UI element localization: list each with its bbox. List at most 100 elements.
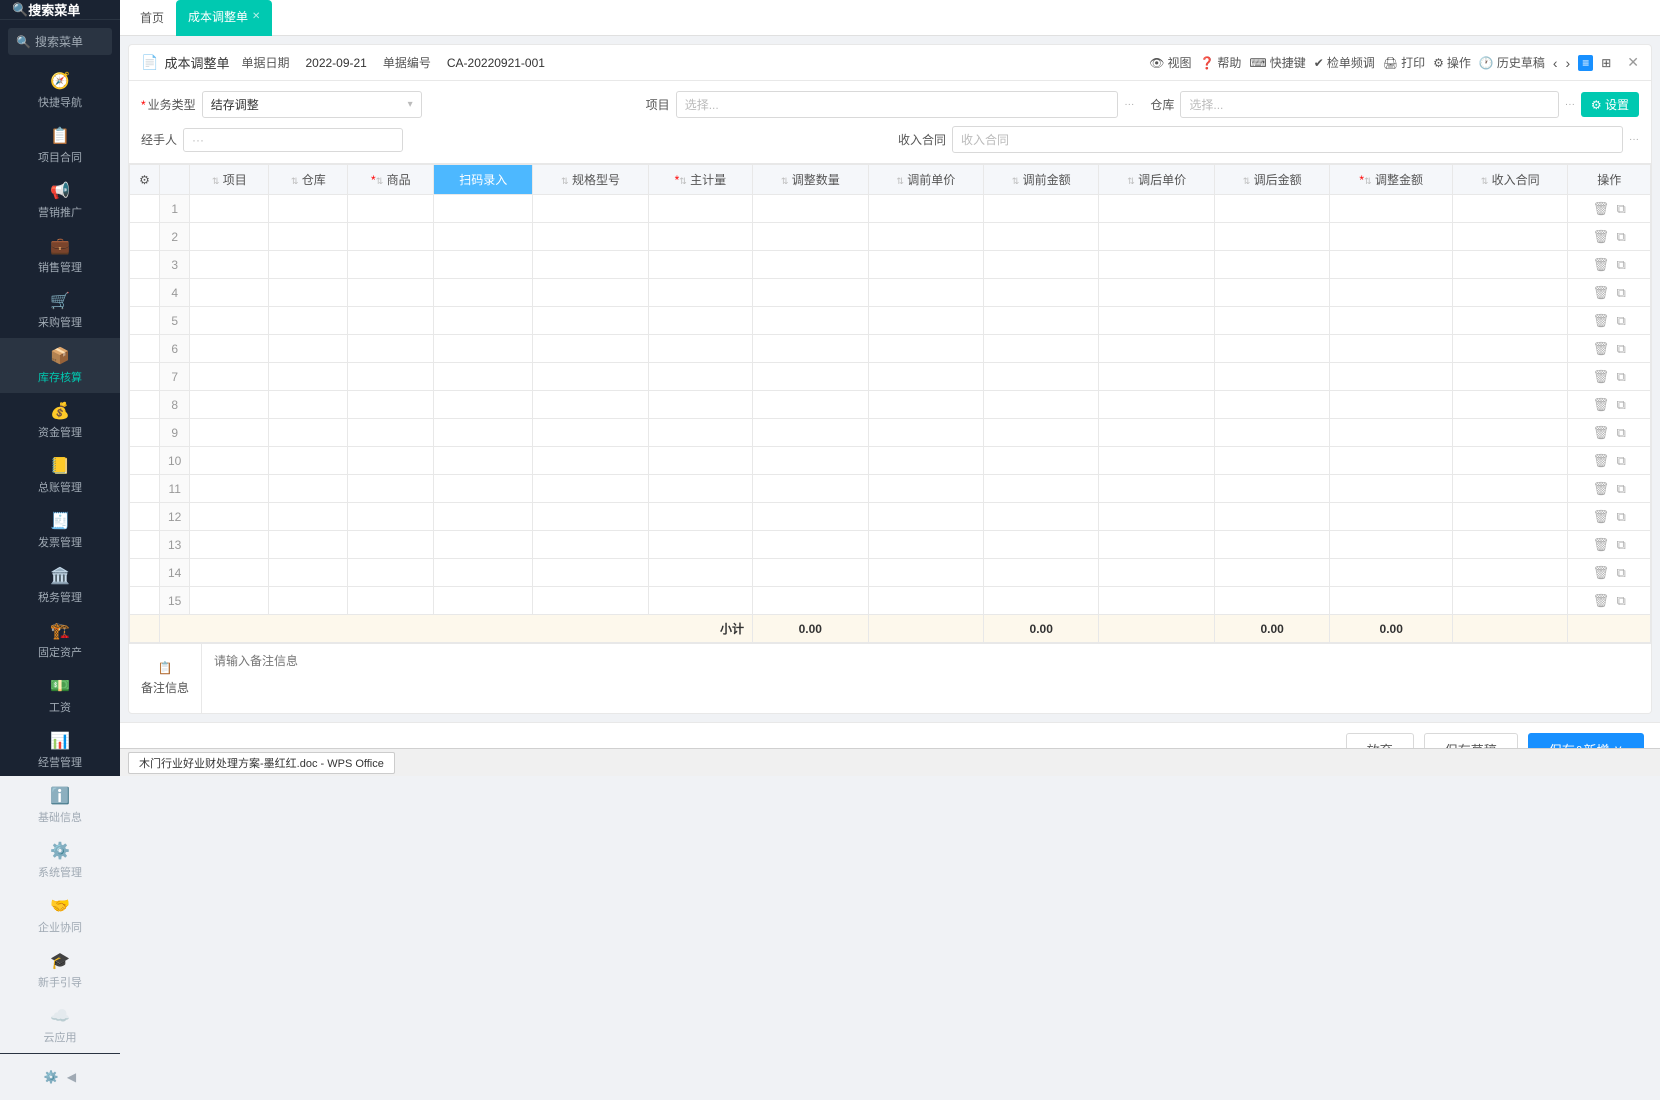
row-delete-icon[interactable]: 🗑 — [1591, 507, 1612, 526]
row-spec-cell[interactable] — [533, 279, 648, 307]
row-project-cell[interactable] — [190, 531, 269, 559]
row-warehouse-cell[interactable] — [269, 559, 348, 587]
row-adjust-qty-cell[interactable] — [753, 391, 868, 419]
search-button[interactable]: 🔍 搜索菜单 — [8, 28, 112, 55]
sidebar-item-cloud-apps[interactable]: ☁️云应用 — [0, 998, 120, 1053]
row-post-price-cell[interactable] — [1099, 307, 1214, 335]
row-warehouse-cell[interactable] — [269, 503, 348, 531]
row-pre-amount-cell[interactable] — [984, 559, 1099, 587]
row-spec-cell[interactable] — [533, 223, 648, 251]
th-settings[interactable]: ⚙ — [130, 165, 160, 195]
remarks-input[interactable] — [202, 644, 1651, 713]
row-post-amount-cell[interactable] — [1214, 531, 1329, 559]
th-product[interactable]: *⇅ 商品 — [348, 165, 434, 195]
row-income-contract-cell[interactable] — [1452, 251, 1567, 279]
row-unit-cell[interactable] — [648, 531, 752, 559]
row-copy-icon[interactable]: ⧉ — [1615, 507, 1628, 526]
row-pre-price-cell[interactable] — [868, 419, 983, 447]
row-warehouse-cell[interactable] — [269, 223, 348, 251]
th-pre-price[interactable]: ⇅ 调前单价 — [868, 165, 983, 195]
row-unit-cell[interactable] — [648, 475, 752, 503]
row-pre-price-cell[interactable] — [868, 391, 983, 419]
row-delete-icon[interactable]: 🗑 — [1591, 283, 1612, 302]
row-income-contract-cell[interactable] — [1452, 503, 1567, 531]
row-delete-icon[interactable]: 🗑 — [1591, 563, 1612, 582]
row-post-price-cell[interactable] — [1099, 335, 1214, 363]
row-delete-icon[interactable]: 🗑 — [1591, 255, 1612, 274]
row-project-cell[interactable] — [190, 279, 269, 307]
row-post-price-cell[interactable] — [1099, 587, 1214, 615]
row-warehouse-cell[interactable] — [269, 447, 348, 475]
row-checkbox-cell[interactable] — [130, 307, 160, 335]
th-adjust-qty[interactable]: ⇅ 调整数量 — [753, 165, 868, 195]
tab-cost-adjust[interactable]: 成本调整单 ✕ — [176, 0, 272, 36]
row-post-price-cell[interactable] — [1099, 559, 1214, 587]
row-copy-icon[interactable]: ⧉ — [1615, 339, 1628, 358]
row-post-price-cell[interactable] — [1099, 251, 1214, 279]
row-post-amount-cell[interactable] — [1214, 475, 1329, 503]
row-pre-price-cell[interactable] — [868, 251, 983, 279]
row-scan-cell[interactable] — [434, 363, 533, 391]
row-checkbox-cell[interactable] — [130, 447, 160, 475]
sidebar-item-sales-mgmt[interactable]: 💼销售管理 — [0, 228, 120, 283]
row-income-contract-cell[interactable] — [1452, 279, 1567, 307]
row-income-contract-cell[interactable] — [1452, 335, 1567, 363]
row-checkbox-cell[interactable] — [130, 279, 160, 307]
row-spec-cell[interactable] — [533, 447, 648, 475]
row-pre-amount-cell[interactable] — [984, 391, 1099, 419]
row-post-price-cell[interactable] — [1099, 447, 1214, 475]
th-income-contract[interactable]: ⇅ 收入合同 — [1452, 165, 1567, 195]
sidebar-item-fixed-assets[interactable]: 🏗️固定资产 — [0, 613, 120, 668]
row-delete-icon[interactable]: 🗑 — [1591, 479, 1612, 498]
row-pre-price-cell[interactable] — [868, 475, 983, 503]
row-product-cell[interactable] — [348, 251, 434, 279]
row-copy-icon[interactable]: ⧉ — [1615, 563, 1628, 582]
row-checkbox-cell[interactable] — [130, 251, 160, 279]
row-post-amount-cell[interactable] — [1214, 447, 1329, 475]
row-pre-amount-cell[interactable] — [984, 587, 1099, 615]
row-adjust-qty-cell[interactable] — [753, 195, 868, 223]
row-warehouse-cell[interactable] — [269, 335, 348, 363]
row-adjust-amount-cell[interactable] — [1330, 223, 1453, 251]
row-adjust-qty-cell[interactable] — [753, 447, 868, 475]
th-adjust-amount[interactable]: *⇅ 调整金额 — [1330, 165, 1453, 195]
row-project-cell[interactable] — [190, 195, 269, 223]
row-warehouse-cell[interactable] — [269, 279, 348, 307]
row-post-price-cell[interactable] — [1099, 195, 1214, 223]
sidebar-item-tax[interactable]: 🏛️税务管理 — [0, 558, 120, 613]
row-post-price-cell[interactable] — [1099, 279, 1214, 307]
row-copy-icon[interactable]: ⧉ — [1615, 423, 1628, 442]
row-project-cell[interactable] — [190, 307, 269, 335]
row-pre-amount-cell[interactable] — [984, 195, 1099, 223]
th-unit[interactable]: *⇅ 主计量 — [648, 165, 752, 195]
row-pre-price-cell[interactable] — [868, 195, 983, 223]
row-delete-icon[interactable]: 🗑 — [1591, 395, 1612, 414]
row-project-cell[interactable] — [190, 587, 269, 615]
sidebar-item-newbie[interactable]: 🎓新手引导 — [0, 943, 120, 998]
th-post-price[interactable]: ⇅ 调后单价 — [1099, 165, 1214, 195]
row-post-amount-cell[interactable] — [1214, 307, 1329, 335]
row-post-amount-cell[interactable] — [1214, 251, 1329, 279]
row-unit-cell[interactable] — [648, 335, 752, 363]
row-copy-icon[interactable]: ⧉ — [1615, 227, 1628, 246]
row-checkbox-cell[interactable] — [130, 223, 160, 251]
handler-input[interactable]: ··· — [183, 128, 403, 152]
row-scan-cell[interactable] — [434, 251, 533, 279]
row-warehouse-cell[interactable] — [269, 363, 348, 391]
row-income-contract-cell[interactable] — [1452, 391, 1567, 419]
th-pre-amount[interactable]: ⇅ 调前金额 — [984, 165, 1099, 195]
row-warehouse-cell[interactable] — [269, 195, 348, 223]
row-product-cell[interactable] — [348, 223, 434, 251]
row-product-cell[interactable] — [348, 279, 434, 307]
row-delete-icon[interactable]: 🗑 — [1591, 451, 1612, 470]
row-copy-icon[interactable]: ⧉ — [1615, 535, 1628, 554]
row-income-contract-cell[interactable] — [1452, 363, 1567, 391]
row-post-price-cell[interactable] — [1099, 503, 1214, 531]
row-spec-cell[interactable] — [533, 195, 648, 223]
row-product-cell[interactable] — [348, 391, 434, 419]
sidebar-item-salary[interactable]: 💵工资 — [0, 668, 120, 723]
row-unit-cell[interactable] — [648, 251, 752, 279]
row-scan-cell[interactable] — [434, 391, 533, 419]
row-adjust-amount-cell[interactable] — [1330, 335, 1453, 363]
row-adjust-qty-cell[interactable] — [753, 587, 868, 615]
